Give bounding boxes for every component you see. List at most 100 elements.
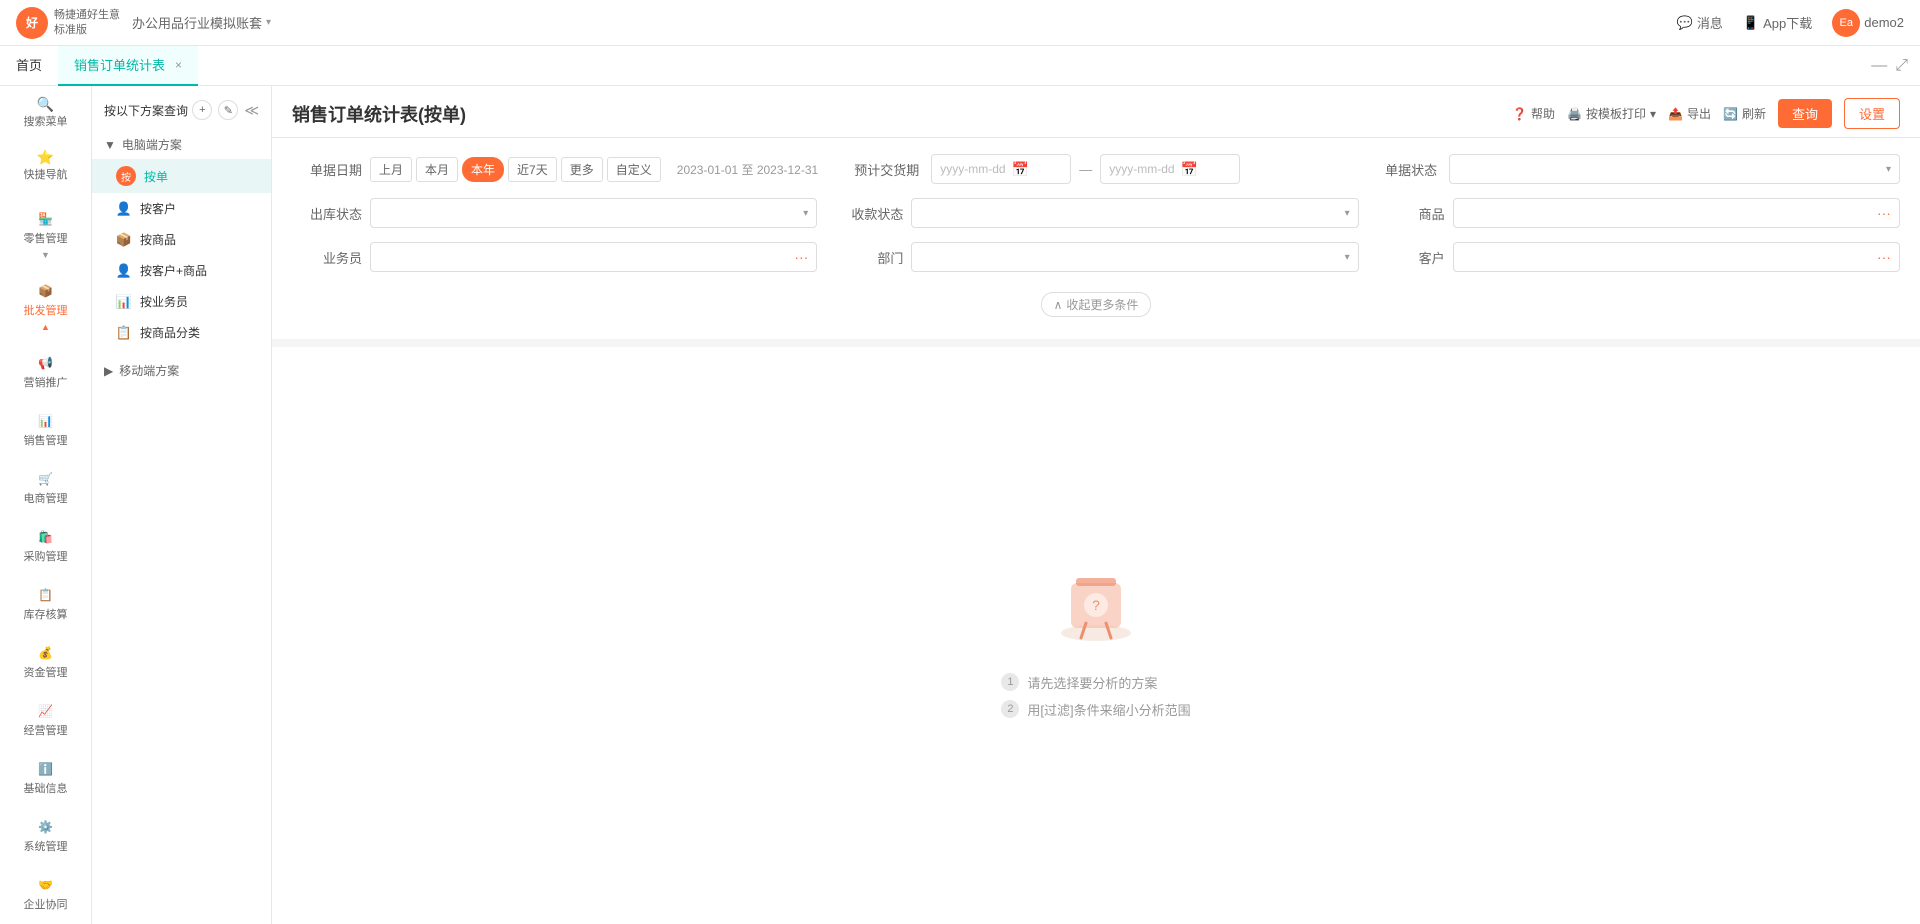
tab-maximize-btn[interactable]: ⤢ <box>1895 57 1908 75</box>
settings-btn[interactable]: 设置 <box>1844 98 1900 129</box>
customer-select[interactable]: ··· <box>1453 242 1900 272</box>
empty-tips: 1 请先选择要分析的方案 2 用[过滤]条件来缩小分析范围 <box>1001 673 1190 719</box>
date-btn-this-year[interactable]: 本年 <box>462 157 504 182</box>
tip-num-2: 2 <box>1001 700 1019 718</box>
tab-bar: 首页 销售订单统计表 × — ⤢ <box>0 46 1920 86</box>
sidebar-quick-nav[interactable]: ⭐ 快捷导航 <box>0 139 91 192</box>
expected-date-end[interactable]: yyyy-mm-dd 📅 <box>1100 154 1240 184</box>
plan-item-by-goods[interactable]: 📦 按商品 <box>92 224 271 255</box>
logo-text: 畅捷通好生意 标准版 <box>54 8 120 37</box>
refresh-btn[interactable]: 🔄 刷新 <box>1723 105 1766 122</box>
date-btn-this-month[interactable]: 本月 <box>416 157 458 182</box>
date-btn-last-7days[interactable]: 近7天 <box>508 157 557 182</box>
empty-tip-1: 1 请先选择要分析的方案 <box>1001 673 1190 692</box>
tab-minimize-btn[interactable]: — <box>1871 57 1887 75</box>
sidebar-item-marketing[interactable]: 📢 营销推广 <box>0 344 91 402</box>
left-panel-tools: + ✎ ≪ <box>192 100 259 120</box>
sidebar-item-operation[interactable]: 📈 经营管理 <box>0 692 91 750</box>
doc-status-select[interactable]: ▾ <box>1449 154 1900 184</box>
help-btn[interactable]: ❓ 帮助 <box>1512 105 1555 122</box>
doc-status-label: 单据状态 <box>1385 160 1437 179</box>
mobile-group-title[interactable]: ▶ 移动端方案 <box>92 356 271 385</box>
receipt-status-label: 收款状态 <box>833 204 903 223</box>
query-btn[interactable]: 查询 <box>1778 99 1832 128</box>
pc-group-title[interactable]: ▼ 电脑端方案 <box>92 130 271 159</box>
filter-collapse-area: ∧ 收起更多条件 <box>292 286 1900 323</box>
sales-icon: 📊 <box>38 414 53 428</box>
receipt-status-select[interactable]: ▾ <box>911 198 1358 228</box>
query-label: 查询 <box>1792 104 1818 123</box>
sidebar-item-retail[interactable]: 🏪 零售管理 ▼ <box>0 200 91 272</box>
plan-item-by-salesman-label: 按业务员 <box>140 293 188 310</box>
sidebar-item-sales[interactable]: 📊 销售管理 <box>0 402 91 460</box>
collapse-more-btn[interactable]: ∧ 收起更多条件 <box>1041 292 1152 317</box>
goods-more-dots[interactable]: ··· <box>1877 205 1891 221</box>
edit-plan-btn[interactable]: ✎ <box>218 100 238 120</box>
dept-label: 部门 <box>833 248 903 267</box>
sidebar-item-finance[interactable]: 💰 资金管理 <box>0 634 91 692</box>
date-btn-more[interactable]: 更多 <box>561 157 603 182</box>
industry-dropdown-icon[interactable]: ▾ <box>266 17 271 28</box>
svg-text:?: ? <box>1092 597 1100 613</box>
doc-status-filter-group: 单据状态 ▾ <box>1385 154 1900 184</box>
mobile-group-arrow: ▶ <box>104 364 113 378</box>
customer-more-dots[interactable]: ··· <box>1877 249 1891 265</box>
mobile-plan-group: ▶ 移动端方案 <box>92 352 271 389</box>
mobile-group-label: 移动端方案 <box>119 362 179 379</box>
wholesale-arrow: ▲ <box>41 322 50 332</box>
content-area: 按以下方案查询 + ✎ ≪ ▼ 电脑端方案 按 按单 👤 按客户 <box>92 86 1920 924</box>
plan-item-by-customer-goods[interactable]: 👤 按客户+商品 <box>92 255 271 286</box>
collapse-arrow-icon: ∧ <box>1054 298 1063 312</box>
plan-item-by-customer-goods-label: 按客户+商品 <box>140 262 207 279</box>
plan-item-by-salesman[interactable]: 📊 按业务员 <box>92 286 271 317</box>
date-btn-custom[interactable]: 自定义 <box>607 157 661 182</box>
empty-state: ? 1 请先选择要分析的方案 2 用[过滤]条件来缩小分析范围 <box>272 347 1920 924</box>
plan-item-by-customer[interactable]: 👤 按客户 <box>92 193 271 224</box>
sidebar-item-inventory[interactable]: 📋 库存核算 <box>0 576 91 634</box>
salesman-more-dots[interactable]: ··· <box>794 249 808 265</box>
print-btn[interactable]: 🖨️ 按模板打印 ▾ <box>1567 105 1656 122</box>
retail-arrow: ▼ <box>41 250 50 260</box>
plan-item-by-category[interactable]: 📋 按商品分类 <box>92 317 271 348</box>
sidebar-item-wholesale[interactable]: 📦 批发管理 ▲ <box>0 272 91 344</box>
doc-status-chevron: ▾ <box>1886 164 1891 175</box>
by-order-icon: 按 <box>116 166 136 186</box>
sidebar-search[interactable]: 🔍 搜索菜单 <box>0 86 91 139</box>
sidebar-item-basic[interactable]: ℹ️ 基础信息 <box>0 750 91 808</box>
sidebar-item-purchase[interactable]: 🛍️ 采购管理 <box>0 518 91 576</box>
left-panel-title: 按以下方案查询 <box>104 102 188 119</box>
message-btn[interactable]: 💬 消息 <box>1677 13 1723 32</box>
page-title: 销售订单统计表(按单) <box>292 101 466 127</box>
export-btn[interactable]: 📤 导出 <box>1668 105 1711 122</box>
tab-sales-order-stat[interactable]: 销售订单统计表 × <box>58 46 198 86</box>
date-placeholder-1: yyyy-mm-dd <box>940 162 1005 176</box>
tab-home[interactable]: 首页 <box>0 46 58 86</box>
logo-area: 好 畅捷通好生意 标准版 <box>16 7 120 39</box>
user-name-label: demo2 <box>1864 15 1904 30</box>
by-category-icon: 📋 <box>116 325 132 341</box>
salesman-select[interactable]: ··· <box>370 242 817 272</box>
export-label: 导出 <box>1687 105 1711 122</box>
sidebar-item-system[interactable]: ⚙️ 系统管理 <box>0 808 91 866</box>
ecommerce-icon: 🛒 <box>38 472 53 486</box>
tab-close-icon[interactable]: × <box>175 58 182 72</box>
goods-select[interactable]: ··· <box>1453 198 1900 228</box>
plan-item-by-order[interactable]: 按 按单 <box>92 159 271 193</box>
user-area[interactable]: Ea demo2 <box>1832 9 1904 37</box>
logo-icon: 好 <box>16 7 48 39</box>
tab-active-label: 销售订单统计表 <box>74 55 165 74</box>
dept-select[interactable]: ▾ <box>911 242 1358 272</box>
left-panel-header: 按以下方案查询 + ✎ ≪ <box>92 94 271 126</box>
out-status-select[interactable]: ▾ <box>370 198 817 228</box>
collapse-panel-btn[interactable]: ≪ <box>244 102 259 119</box>
sidebar-item-ecommerce[interactable]: 🛒 电商管理 <box>0 460 91 518</box>
date-btn-last-month[interactable]: 上月 <box>370 157 412 182</box>
by-goods-icon: 📦 <box>116 232 132 248</box>
top-bar-left: 好 畅捷通好生意 标准版 办公用品行业模拟账套 ▾ <box>16 7 271 39</box>
customer-label: 客户 <box>1375 248 1445 267</box>
expected-date-start[interactable]: yyyy-mm-dd 📅 <box>931 154 1071 184</box>
add-plan-btn[interactable]: + <box>192 100 212 120</box>
sidebar-item-corp-collab[interactable]: 🤝 企业协同 <box>0 866 91 924</box>
app-download-btn[interactable]: 📱 App下载 <box>1743 13 1812 32</box>
receipt-status-chevron: ▾ <box>1345 208 1350 219</box>
